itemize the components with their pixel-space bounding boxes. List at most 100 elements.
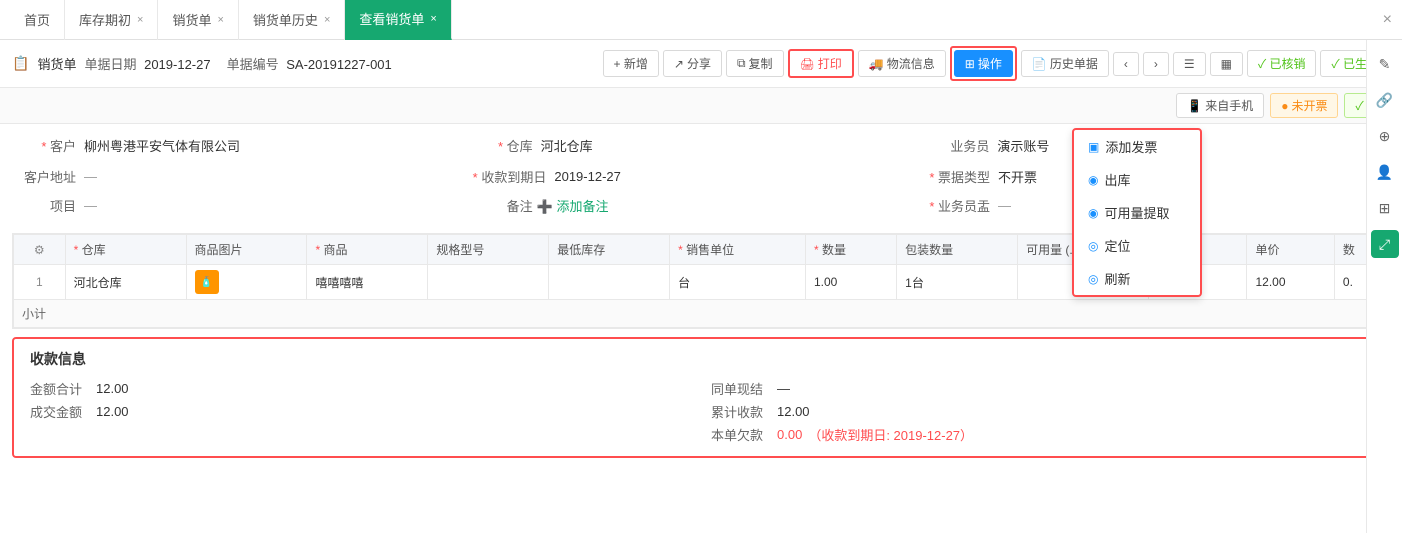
payment-section: 收款信息 金额合计 12.00 成交金额 12.00 同单现结 — xyxy=(12,337,1390,458)
operations-highlight: ⊞ 操作 xyxy=(950,46,1017,81)
payment-title: 收款信息 xyxy=(30,349,1372,369)
tab-inventory-init-close[interactable]: × xyxy=(137,14,143,26)
payment-date-field: 收款到期日 2019-12-27 xyxy=(473,167,930,186)
tab-sales-order[interactable]: 销货单 × xyxy=(158,0,238,40)
col-spec: 规格型号 xyxy=(428,235,549,265)
user-sidebar-icon[interactable]: 👤 xyxy=(1371,158,1399,186)
project-field: 项目 — xyxy=(16,196,473,215)
refresh-item[interactable]: ◎ 刷新 xyxy=(1074,262,1200,295)
add-invoice-icon: ▣ xyxy=(1088,140,1099,154)
same-order-row: 同单现结 — xyxy=(711,377,1372,400)
number-label: 单据编号 SA-20191227-001 xyxy=(227,54,392,73)
out-warehouse-label: 出库 xyxy=(1104,170,1130,189)
operations-dropdown: ▣ 添加发票 ◉ 出库 ◉ 可用量提取 ◎ 定位 ◎ 刷新 xyxy=(1072,128,1202,297)
not-opened-badge: ● 未开票 xyxy=(1270,93,1338,118)
subtotal-label: 小计 xyxy=(14,300,1389,328)
subtotal-row: 小计 xyxy=(14,300,1389,328)
copy-button[interactable]: ⧉ 复制 xyxy=(726,50,784,77)
add-invoice-item[interactable]: ▣ 添加发票 xyxy=(1074,130,1200,163)
note-field: 备注 ➕ 添加备注 xyxy=(473,196,930,215)
deal-amount-label: 成交金额 xyxy=(30,402,90,421)
doc-type-label: 销货单 xyxy=(37,54,76,73)
note-label: 备注 xyxy=(473,196,533,215)
row-image: 🧴 xyxy=(186,265,307,300)
total-row: 金额合计 12.00 xyxy=(30,377,691,400)
balance-label: 本单欠款 xyxy=(711,425,771,444)
staff-label: 业务员盂 xyxy=(929,196,990,215)
cumulative-label: 累计收款 xyxy=(711,402,771,421)
tab-view-sales-close[interactable]: × xyxy=(430,13,436,25)
payment-grid: 金额合计 12.00 成交金额 12.00 同单现结 — 累计收款 xyxy=(30,377,1372,446)
warehouse-value: 河北仓库 xyxy=(537,134,597,157)
main-toolbar: 📋 销货单 单据日期 2019-12-27 单据编号 SA-20191227-0… xyxy=(0,40,1402,88)
mobile-icon: 📱 xyxy=(1187,99,1202,113)
row-spec xyxy=(428,265,549,300)
main-content: 📋 销货单 单据日期 2019-12-27 单据编号 SA-20191227-0… xyxy=(0,40,1402,533)
payment-col-right: 同单现结 — 累计收款 12.00 本单欠款 0.00 （收款到期日: 2019… xyxy=(711,377,1372,446)
expand-sidebar-icon[interactable]: ⤢ xyxy=(1371,230,1399,258)
same-order-value: — xyxy=(777,381,790,396)
row-sales-unit: 台 xyxy=(670,265,806,300)
cumulative-value: 12.00 xyxy=(777,404,810,419)
salesperson-value: 演示账号 xyxy=(993,134,1053,157)
doc-icon: 📋 xyxy=(12,55,29,72)
history-icon: 📄 xyxy=(1032,57,1047,71)
payment-date-label: 收款到期日 xyxy=(473,167,547,186)
locate-item[interactable]: ◎ 定位 xyxy=(1074,229,1200,262)
tab-sales-order-close[interactable]: × xyxy=(217,14,223,26)
col-product: 商品 xyxy=(307,235,428,265)
print-icon: 🖨 xyxy=(800,57,815,71)
history-button[interactable]: 📄 历史单据 xyxy=(1021,50,1109,77)
add-note-button[interactable]: ➕ 添加备注 xyxy=(537,196,609,215)
nav-prev-button[interactable]: ‹ xyxy=(1113,52,1139,76)
window-close-button[interactable]: × xyxy=(1383,11,1392,29)
new-button[interactable]: + 新增 xyxy=(603,50,659,77)
tab-sales-history-close[interactable]: × xyxy=(324,14,330,26)
at-sidebar-icon[interactable]: ⊕ xyxy=(1371,122,1399,150)
toolbar-actions: + 新增 ↗ 分享 ⧉ 复制 🖨 打印 🚚 物流信息 xyxy=(603,46,1390,81)
doc-meta: 单据日期 2019-12-27 单据编号 SA-20191227-001 xyxy=(84,54,391,73)
ticket-type-label: 票据类型 xyxy=(929,167,990,186)
deal-amount-value: 12.00 xyxy=(96,404,129,419)
share-button[interactable]: ↗ 分享 xyxy=(663,50,722,77)
address-field: 客户地址 — xyxy=(16,167,473,186)
deal-amount-row: 成交金额 12.00 xyxy=(30,400,691,423)
cancelled-button[interactable]: ✓ 已核销 xyxy=(1247,50,1317,77)
refresh-label: 刷新 xyxy=(1104,269,1130,288)
available-fetch-icon: ◉ xyxy=(1088,206,1098,220)
print-button[interactable]: 🖨 打印 xyxy=(788,49,854,78)
locate-icon: ◎ xyxy=(1088,239,1098,253)
logistics-button[interactable]: 🚚 物流信息 xyxy=(858,50,946,77)
tab-bar: 首页 库存期初 × 销货单 × 销货单历史 × 查看销货单 × × xyxy=(0,0,1402,40)
row-product: 嘻嘻嘻嘻 xyxy=(307,265,428,300)
view-list-button[interactable]: ☰ xyxy=(1173,52,1206,76)
col-image: 商品图片 xyxy=(186,235,307,265)
link-sidebar-icon[interactable]: 🔗 xyxy=(1371,86,1399,114)
balance-value: 0.00 xyxy=(777,427,802,442)
edit-sidebar-icon[interactable]: ✎ xyxy=(1371,50,1399,78)
col-gear: ⚙ xyxy=(14,235,66,265)
tab-home[interactable]: 首页 xyxy=(10,0,65,40)
col-unit-price: 单价 xyxy=(1247,235,1334,265)
refresh-icon: ◎ xyxy=(1088,272,1098,286)
total-value: 12.00 xyxy=(96,381,129,396)
logistics-icon: 🚚 xyxy=(869,57,884,71)
balance-note: （收款到期日: 2019-12-27） xyxy=(808,425,973,444)
tab-inventory-init[interactable]: 库存期初 × xyxy=(65,0,158,40)
row-pack-qty: 1台 xyxy=(897,265,1018,300)
project-value: — xyxy=(80,196,101,215)
tab-view-sales[interactable]: 查看销货单 × xyxy=(345,0,451,40)
out-warehouse-icon: ◉ xyxy=(1088,173,1098,187)
nav-next-button[interactable]: › xyxy=(1143,52,1169,76)
operations-button[interactable]: ⊞ 操作 xyxy=(954,50,1013,77)
tab-sales-history[interactable]: 销货单历史 × xyxy=(239,0,345,40)
right-sidebar: ✎ 🔗 ⊕ 👤 ⊞ ⤢ xyxy=(1366,40,1402,533)
out-warehouse-item[interactable]: ◉ 出库 xyxy=(1074,163,1200,196)
from-mobile-button[interactable]: 📱 来自手机 xyxy=(1176,93,1264,118)
available-fetch-item[interactable]: ◉ 可用量提取 xyxy=(1074,196,1200,229)
total-label: 金额合计 xyxy=(30,379,90,398)
view-grid-button[interactable]: ▦ xyxy=(1210,52,1243,76)
share-icon: ↗ xyxy=(674,57,684,71)
table-sidebar-icon[interactable]: ⊞ xyxy=(1371,194,1399,222)
operations-icon: ⊞ xyxy=(965,57,975,71)
